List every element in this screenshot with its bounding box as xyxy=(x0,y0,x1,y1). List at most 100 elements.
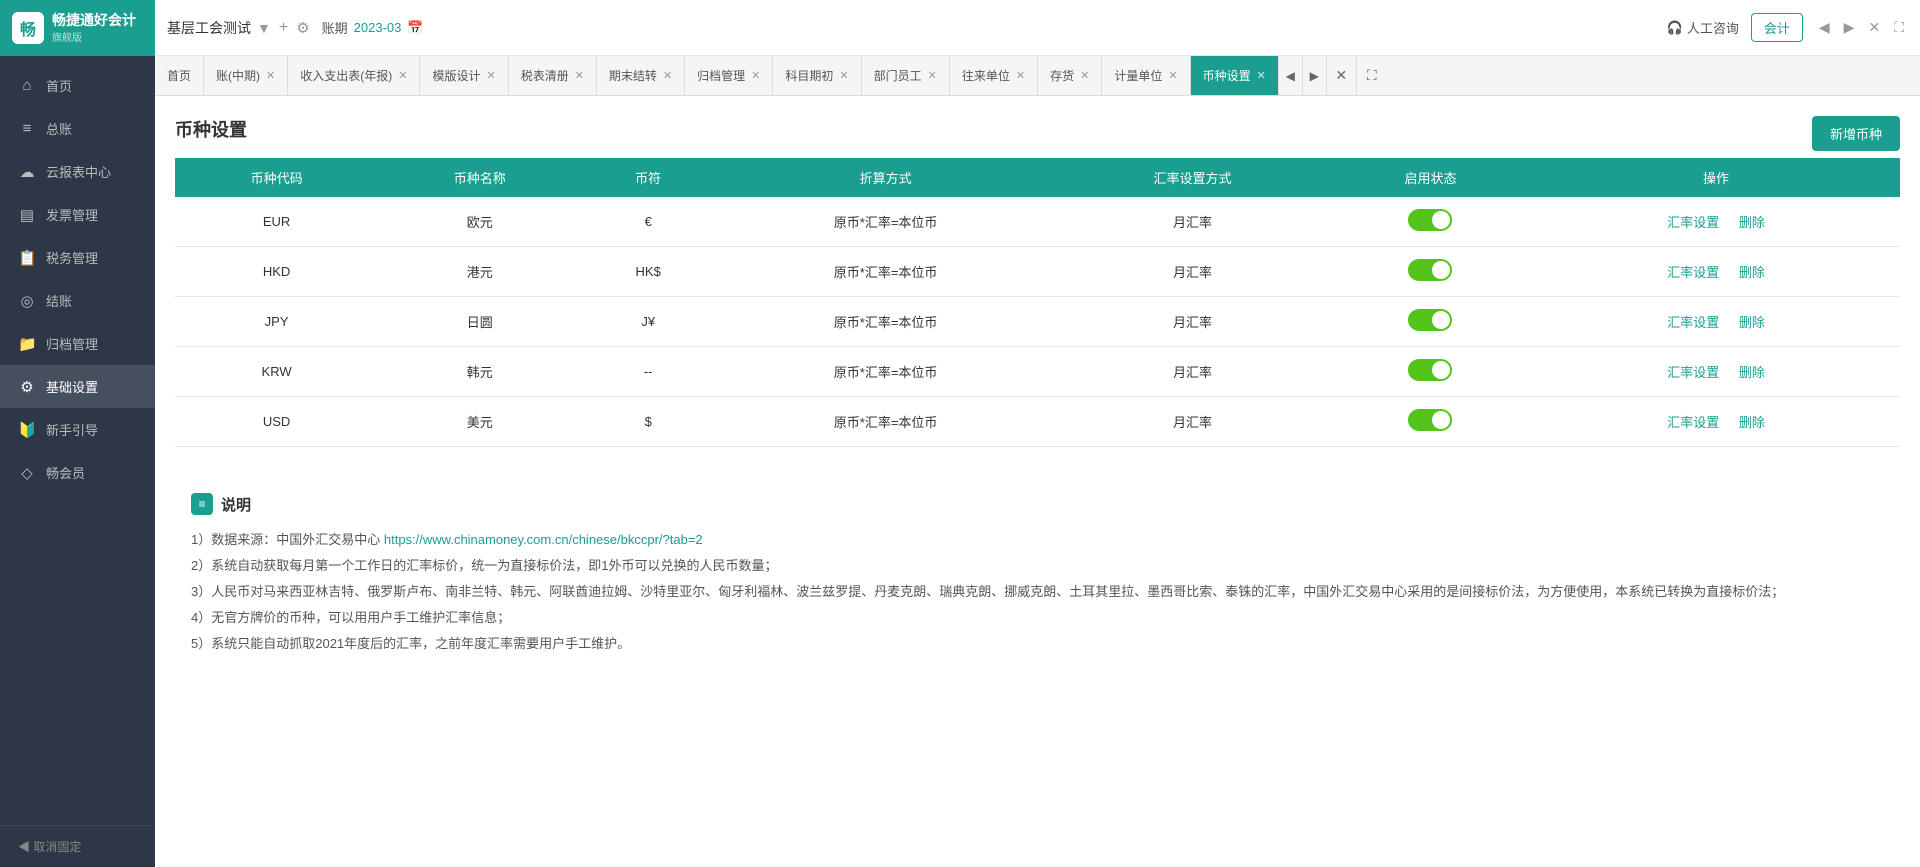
sidebar-item-tax[interactable]: 📋 税务管理 xyxy=(0,236,155,279)
user-role-button[interactable]: 会计 xyxy=(1751,13,1803,42)
tab-contacts[interactable]: 往来单位 ✕ xyxy=(950,56,1038,96)
page-title: 币种设置 xyxy=(175,116,1900,142)
prev-arrow-icon[interactable]: ◀ xyxy=(1815,17,1834,38)
sidebar-item-archive[interactable]: 📁 归档管理 xyxy=(0,322,155,365)
tab-close-icon[interactable]: ✕ xyxy=(839,69,848,82)
rate-settings-link[interactable]: 汇率设置 xyxy=(1667,415,1719,430)
add-tab-button[interactable]: + xyxy=(279,19,288,37)
rate-settings-link[interactable]: 汇率设置 xyxy=(1667,365,1719,380)
cell-code: USD xyxy=(175,397,378,447)
cell-calc: 原币*汇率=本位币 xyxy=(715,197,1056,247)
tab-close-icon[interactable]: ✕ xyxy=(266,69,275,82)
period-value[interactable]: 2023-03 xyxy=(354,20,402,35)
archive-icon: 📁 xyxy=(18,335,36,353)
tabbar-right-arrow[interactable]: ▶ xyxy=(1303,56,1327,96)
notes-title: ≡ 说明 xyxy=(191,493,1884,515)
new-currency-button[interactable]: 新增币种 xyxy=(1812,116,1900,151)
cell-rate: 月汇率 xyxy=(1056,347,1329,397)
tab-close-icon[interactable]: ✕ xyxy=(1080,69,1089,82)
tab-close-icon[interactable]: ✕ xyxy=(398,69,407,82)
rate-settings-link[interactable]: 汇率设置 xyxy=(1667,265,1719,280)
sidebar-item-checkout[interactable]: ◎ 结账 xyxy=(0,279,155,322)
cell-calc: 原币*汇率=本位币 xyxy=(715,397,1056,447)
rate-settings-link[interactable]: 汇率设置 xyxy=(1667,215,1719,230)
tab-close-icon[interactable]: ✕ xyxy=(486,69,495,82)
col-header-name: 币种名称 xyxy=(378,158,581,197)
member-icon: ◇ xyxy=(18,464,36,482)
col-header-rate: 汇率设置方式 xyxy=(1056,158,1329,197)
enable-toggle[interactable] xyxy=(1408,209,1452,231)
note-item-3: 3）人民币对马来西亚林吉特、俄罗斯卢布、南非兰特、韩元、阿联酋迪拉姆、沙特里亚尔… xyxy=(191,579,1884,605)
sidebar-item-reports[interactable]: ☁ 云报表中心 xyxy=(0,150,155,193)
tab-archive[interactable]: 归档管理 ✕ xyxy=(685,56,773,96)
note-item-1: 1）数据来源：中国外汇交易中心 https://www.chinamoney.c… xyxy=(191,527,1884,553)
gear-icon[interactable]: ⚙ xyxy=(296,19,309,37)
col-header-symbol: 币符 xyxy=(581,158,715,197)
tab-period-end[interactable]: 期末结转 ✕ xyxy=(597,56,685,96)
next-arrow-icon[interactable]: ▶ xyxy=(1840,17,1859,38)
notes-link[interactable]: https://www.chinamoney.com.cn/chinese/bk… xyxy=(384,532,703,547)
cell-status[interactable] xyxy=(1329,347,1532,397)
close-icon[interactable]: ✕ xyxy=(1864,17,1884,38)
sidebar-item-settings[interactable]: ⚙ 基础设置 xyxy=(0,365,155,408)
tab-currency[interactable]: 币种设置 ✕ xyxy=(1191,56,1279,96)
tab-close-icon[interactable]: ✕ xyxy=(663,69,672,82)
rate-settings-link[interactable]: 汇率设置 xyxy=(1667,315,1719,330)
cell-actions: 汇率设置 删除 xyxy=(1532,297,1900,347)
tab-inventory[interactable]: 存货 ✕ xyxy=(1038,56,1102,96)
enable-toggle[interactable] xyxy=(1408,309,1452,331)
tabbar-left-arrow[interactable]: ◀ xyxy=(1279,56,1303,96)
expand-icon[interactable]: ⛶ xyxy=(1890,17,1908,38)
cloud-icon: ☁ xyxy=(18,163,36,181)
sidebar-pin-toggle[interactable]: ◀ 取消固定 xyxy=(0,825,155,867)
settings-icon: ⚙ xyxy=(18,378,36,396)
help-button[interactable]: 🎧 人工咨询 xyxy=(1667,18,1739,37)
tab-close-icon[interactable]: ✕ xyxy=(1257,69,1266,82)
sidebar-item-ledger[interactable]: ≡ 总账 xyxy=(0,107,155,150)
tab-tax-table[interactable]: 税表清册 ✕ xyxy=(509,56,597,96)
cell-actions: 汇率设置 删除 xyxy=(1532,247,1900,297)
calendar-icon[interactable]: 📅 xyxy=(407,20,423,36)
expand-tabbar-button[interactable]: ⛶ xyxy=(1357,56,1387,96)
tab-close-icon[interactable]: ✕ xyxy=(1168,69,1177,82)
tab-close-icon[interactable]: ✕ xyxy=(575,69,584,82)
table-row: USD 美元 $ 原币*汇率=本位币 月汇率 汇率设置 删除 xyxy=(175,397,1900,447)
cell-status[interactable] xyxy=(1329,397,1532,447)
cell-name: 欧元 xyxy=(378,197,581,247)
tab-unit[interactable]: 计量单位 ✕ xyxy=(1102,56,1190,96)
delete-link[interactable]: 删除 xyxy=(1739,415,1765,430)
toggle-knob xyxy=(1432,311,1450,329)
tab-close-icon[interactable]: ✕ xyxy=(928,69,937,82)
enable-toggle[interactable] xyxy=(1408,409,1452,431)
cell-calc: 原币*汇率=本位币 xyxy=(715,347,1056,397)
cell-status[interactable] xyxy=(1329,297,1532,347)
tab-annual-report[interactable]: 收入支出表(年报) ✕ xyxy=(288,56,420,96)
delete-link[interactable]: 删除 xyxy=(1739,365,1765,380)
tab-home[interactable]: 首页 xyxy=(155,56,204,96)
delete-link[interactable]: 删除 xyxy=(1739,315,1765,330)
window-controls: ◀ ▶ ✕ ⛶ xyxy=(1815,17,1908,38)
tab-template[interactable]: 模版设计 ✕ xyxy=(420,56,508,96)
sidebar-item-home[interactable]: ⌂ 首页 xyxy=(0,64,155,107)
cell-status[interactable] xyxy=(1329,197,1532,247)
delete-link[interactable]: 删除 xyxy=(1739,215,1765,230)
close-all-tabs-button[interactable]: ✕ xyxy=(1327,56,1357,96)
delete-link[interactable]: 删除 xyxy=(1739,265,1765,280)
sidebar-item-guide[interactable]: 🔰 新手引导 xyxy=(0,408,155,451)
cell-status[interactable] xyxy=(1329,247,1532,297)
enable-toggle[interactable] xyxy=(1408,259,1452,281)
sidebar-item-member[interactable]: ◇ 畅会员 xyxy=(0,451,155,494)
company-selector[interactable]: 基层工会测试 ▼ xyxy=(167,18,271,38)
cell-actions: 汇率设置 删除 xyxy=(1532,347,1900,397)
enable-toggle[interactable] xyxy=(1408,359,1452,381)
sidebar-nav: ⌂ 首页 ≡ 总账 ☁ 云报表中心 ▤ 发票管理 📋 税务管理 ◎ 结账 📁 归… xyxy=(0,56,155,825)
cell-code: KRW xyxy=(175,347,378,397)
tab-subject-initial[interactable]: 科目期初 ✕ xyxy=(773,56,861,96)
tab-close-icon[interactable]: ✕ xyxy=(1016,69,1025,82)
company-name: 基层工会测试 xyxy=(167,18,251,38)
tab-midterm[interactable]: 账(中期) ✕ xyxy=(204,56,288,96)
tab-department[interactable]: 部门员工 ✕ xyxy=(862,56,950,96)
sidebar-item-invoice[interactable]: ▤ 发票管理 xyxy=(0,193,155,236)
tab-close-icon[interactable]: ✕ xyxy=(751,69,760,82)
col-header-code: 币种代码 xyxy=(175,158,378,197)
